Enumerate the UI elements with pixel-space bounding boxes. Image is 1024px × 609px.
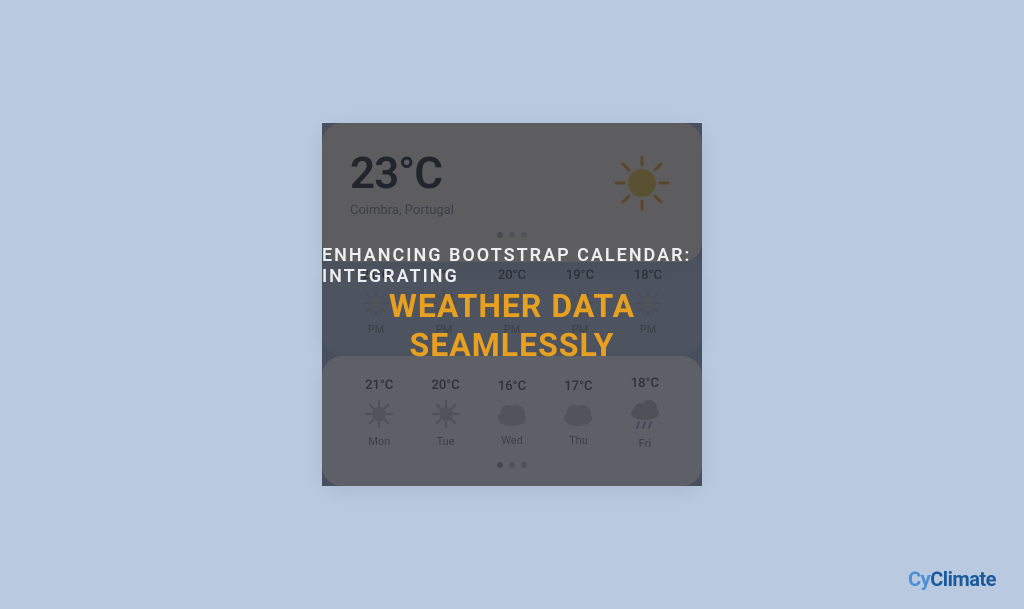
current-temperature: 23°C [350, 147, 454, 199]
brand-logo: CyClimate [908, 567, 996, 591]
brand-cy: Cy [908, 567, 930, 591]
weekly-page-dots [346, 462, 678, 468]
forecast-label-1: PM [368, 323, 385, 336]
weekly-item-fri: 18°C Fri [612, 376, 678, 450]
forecast-temp-5: 18°C [634, 268, 662, 283]
weekly-day-tue: Tue [437, 435, 455, 448]
weekly-temp-fri: 18°C [631, 376, 659, 391]
forecast-row-pm: 21°C PM 2°C [342, 268, 682, 336]
sun-icon [610, 151, 674, 215]
weekly-dot-1 [497, 462, 503, 468]
forecast-item-5: 18°C PM [614, 268, 682, 336]
sun-icon-sm-5 [634, 289, 662, 317]
sun-icon-sm-3 [498, 289, 526, 317]
location-text: Coimbra, Portugal [350, 203, 454, 218]
cloud-icon-thu [560, 400, 596, 428]
weekly-dot-2 [509, 462, 515, 468]
forecast-item-4: 19°C PM [546, 268, 614, 336]
forecast-label-3: PM [504, 323, 521, 336]
forecast-label-5: PM [640, 323, 657, 336]
brand-climate: Climate [930, 567, 996, 591]
hourly-forecast-card: 21°C PM 2°C [322, 252, 702, 356]
weekly-day-thu: Thu [569, 434, 588, 447]
forecast-label-4: PM [572, 323, 589, 336]
sun-icon-sm-2 [430, 289, 458, 317]
dot-2 [509, 232, 515, 238]
weekly-dot-3 [521, 462, 527, 468]
dot-1 [497, 232, 503, 238]
weekly-day-mon: Mon [368, 435, 390, 448]
forecast-label-2: PM [436, 323, 453, 336]
page-dots [350, 232, 674, 238]
weekly-forecast-card: 21°C Mon 20°C [322, 356, 702, 486]
forecast-item-1: 21°C PM [342, 268, 410, 336]
dot-3 [521, 232, 527, 238]
forecast-temp-4: 19°C [566, 268, 594, 283]
forecast-item-2: 2°C PM [410, 268, 478, 336]
sun-icon-mon [364, 399, 394, 429]
weekly-temp-mon: 21°C [365, 378, 393, 393]
rain-icon-fri [627, 397, 663, 431]
weekly-item-thu: 17°C Thu [545, 379, 611, 447]
weekly-day-wed: Wed [501, 434, 523, 447]
cloud-icon-wed [494, 400, 530, 428]
weekly-temp-wed: 16°C [498, 379, 526, 394]
weekly-item-wed: 16°C Wed [479, 379, 545, 447]
weekly-item-mon: 21°C Mon [346, 378, 412, 448]
forecast-temp-1: 21°C [362, 268, 390, 283]
forecast-temp-3: 20°C [498, 268, 526, 283]
forecast-temp-2: 2°C [434, 268, 455, 283]
weekly-day-fri: Fri [639, 437, 651, 450]
weekly-item-tue: 20°C Tue [412, 378, 478, 448]
current-weather-card: 23°C Coimbra, Portugal [322, 123, 702, 262]
weekly-temp-thu: 17°C [564, 379, 592, 394]
sun-icon-sm-1 [362, 289, 390, 317]
forecast-item-3: 20°C PM [478, 268, 546, 336]
sun-icon-tue [431, 399, 461, 429]
weekly-temp-tue: 20°C [431, 378, 459, 393]
sun-icon-sm-4 [566, 289, 594, 317]
weekly-forecast-row: 21°C Mon 20°C [346, 376, 678, 450]
